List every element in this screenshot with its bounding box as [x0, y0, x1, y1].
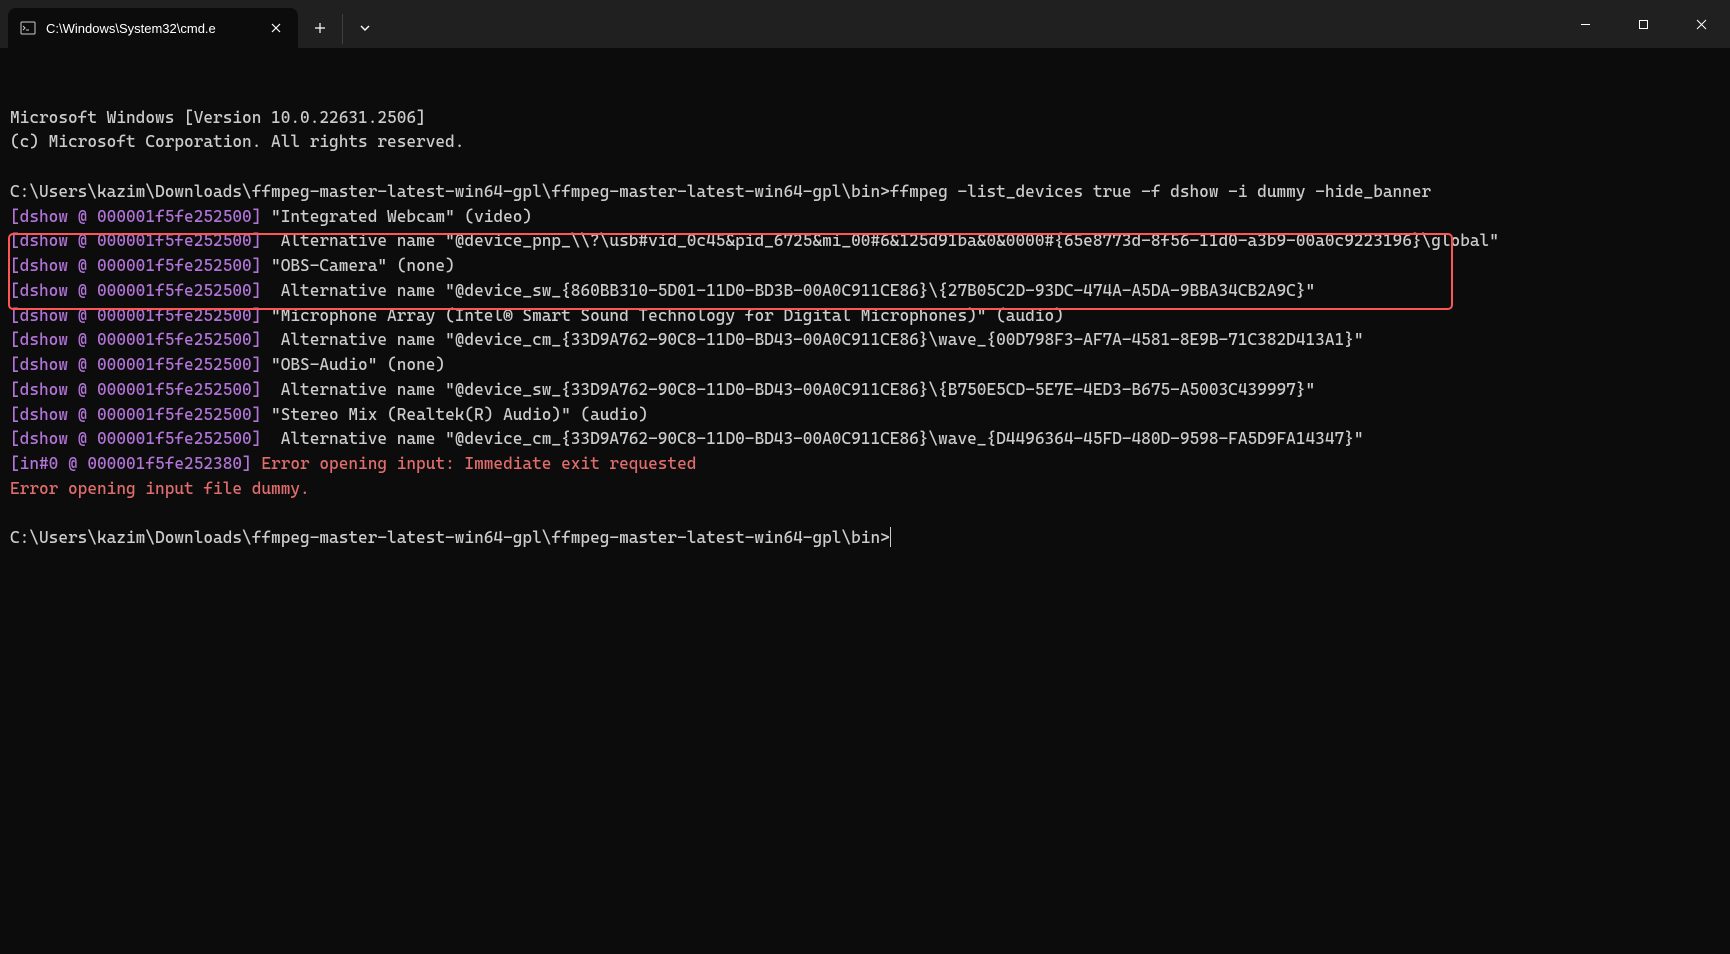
device-line: [dshow @ 000001f5fe252500] "Integrated W… [10, 207, 532, 226]
device-alt-line: [dshow @ 000001f5fe252500] Alternative n… [10, 429, 1364, 448]
device-alt-line: [dshow @ 000001f5fe252500] Alternative n… [10, 380, 1315, 399]
cursor [890, 527, 891, 547]
terminal-tab[interactable]: C:\Windows\System32\cmd.e [8, 8, 298, 48]
device-line: [dshow @ 000001f5fe252500] "Microphone A… [10, 306, 1064, 325]
copyright-line: (c) Microsoft Corporation. All rights re… [10, 132, 464, 151]
prompt-line: C:\Users\kazim\Downloads\ffmpeg-master-l… [10, 528, 891, 547]
device-alt-line: [dshow @ 000001f5fe252500] Alternative n… [10, 330, 1364, 349]
os-version-line: Microsoft Windows [Version 10.0.22631.25… [10, 108, 426, 127]
titlebar: C:\Windows\System32\cmd.e [0, 0, 1730, 48]
tab-dropdown-button[interactable] [343, 8, 387, 48]
device-line: [dshow @ 000001f5fe252500] "OBS-Camera" … [10, 256, 455, 275]
device-alt-line: [dshow @ 000001f5fe252500] Alternative n… [10, 231, 1499, 250]
prompt-line: C:\Users\kazim\Downloads\ffmpeg-master-l… [10, 182, 1431, 201]
error-line: Error opening input file dummy. [10, 479, 310, 498]
titlebar-drag-area[interactable] [387, 0, 1556, 48]
device-line: [dshow @ 000001f5fe252500] "OBS-Audio" (… [10, 355, 445, 374]
tab-title: C:\Windows\System32\cmd.e [46, 21, 256, 36]
device-alt-line: [dshow @ 000001f5fe252500] Alternative n… [10, 281, 1315, 300]
tab-close-button[interactable] [266, 18, 286, 38]
minimize-button[interactable] [1556, 0, 1614, 48]
new-tab-button[interactable] [298, 8, 342, 48]
maximize-button[interactable] [1614, 0, 1672, 48]
cmd-icon [20, 20, 36, 36]
device-line: [dshow @ 000001f5fe252500] "Stereo Mix (… [10, 405, 648, 424]
close-button[interactable] [1672, 0, 1730, 48]
terminal-output[interactable]: Microsoft Windows [Version 10.0.22631.25… [0, 48, 1730, 559]
error-line: [in#0 @ 000001f5fe252380] Error opening … [10, 454, 696, 473]
window-controls [1556, 0, 1730, 48]
